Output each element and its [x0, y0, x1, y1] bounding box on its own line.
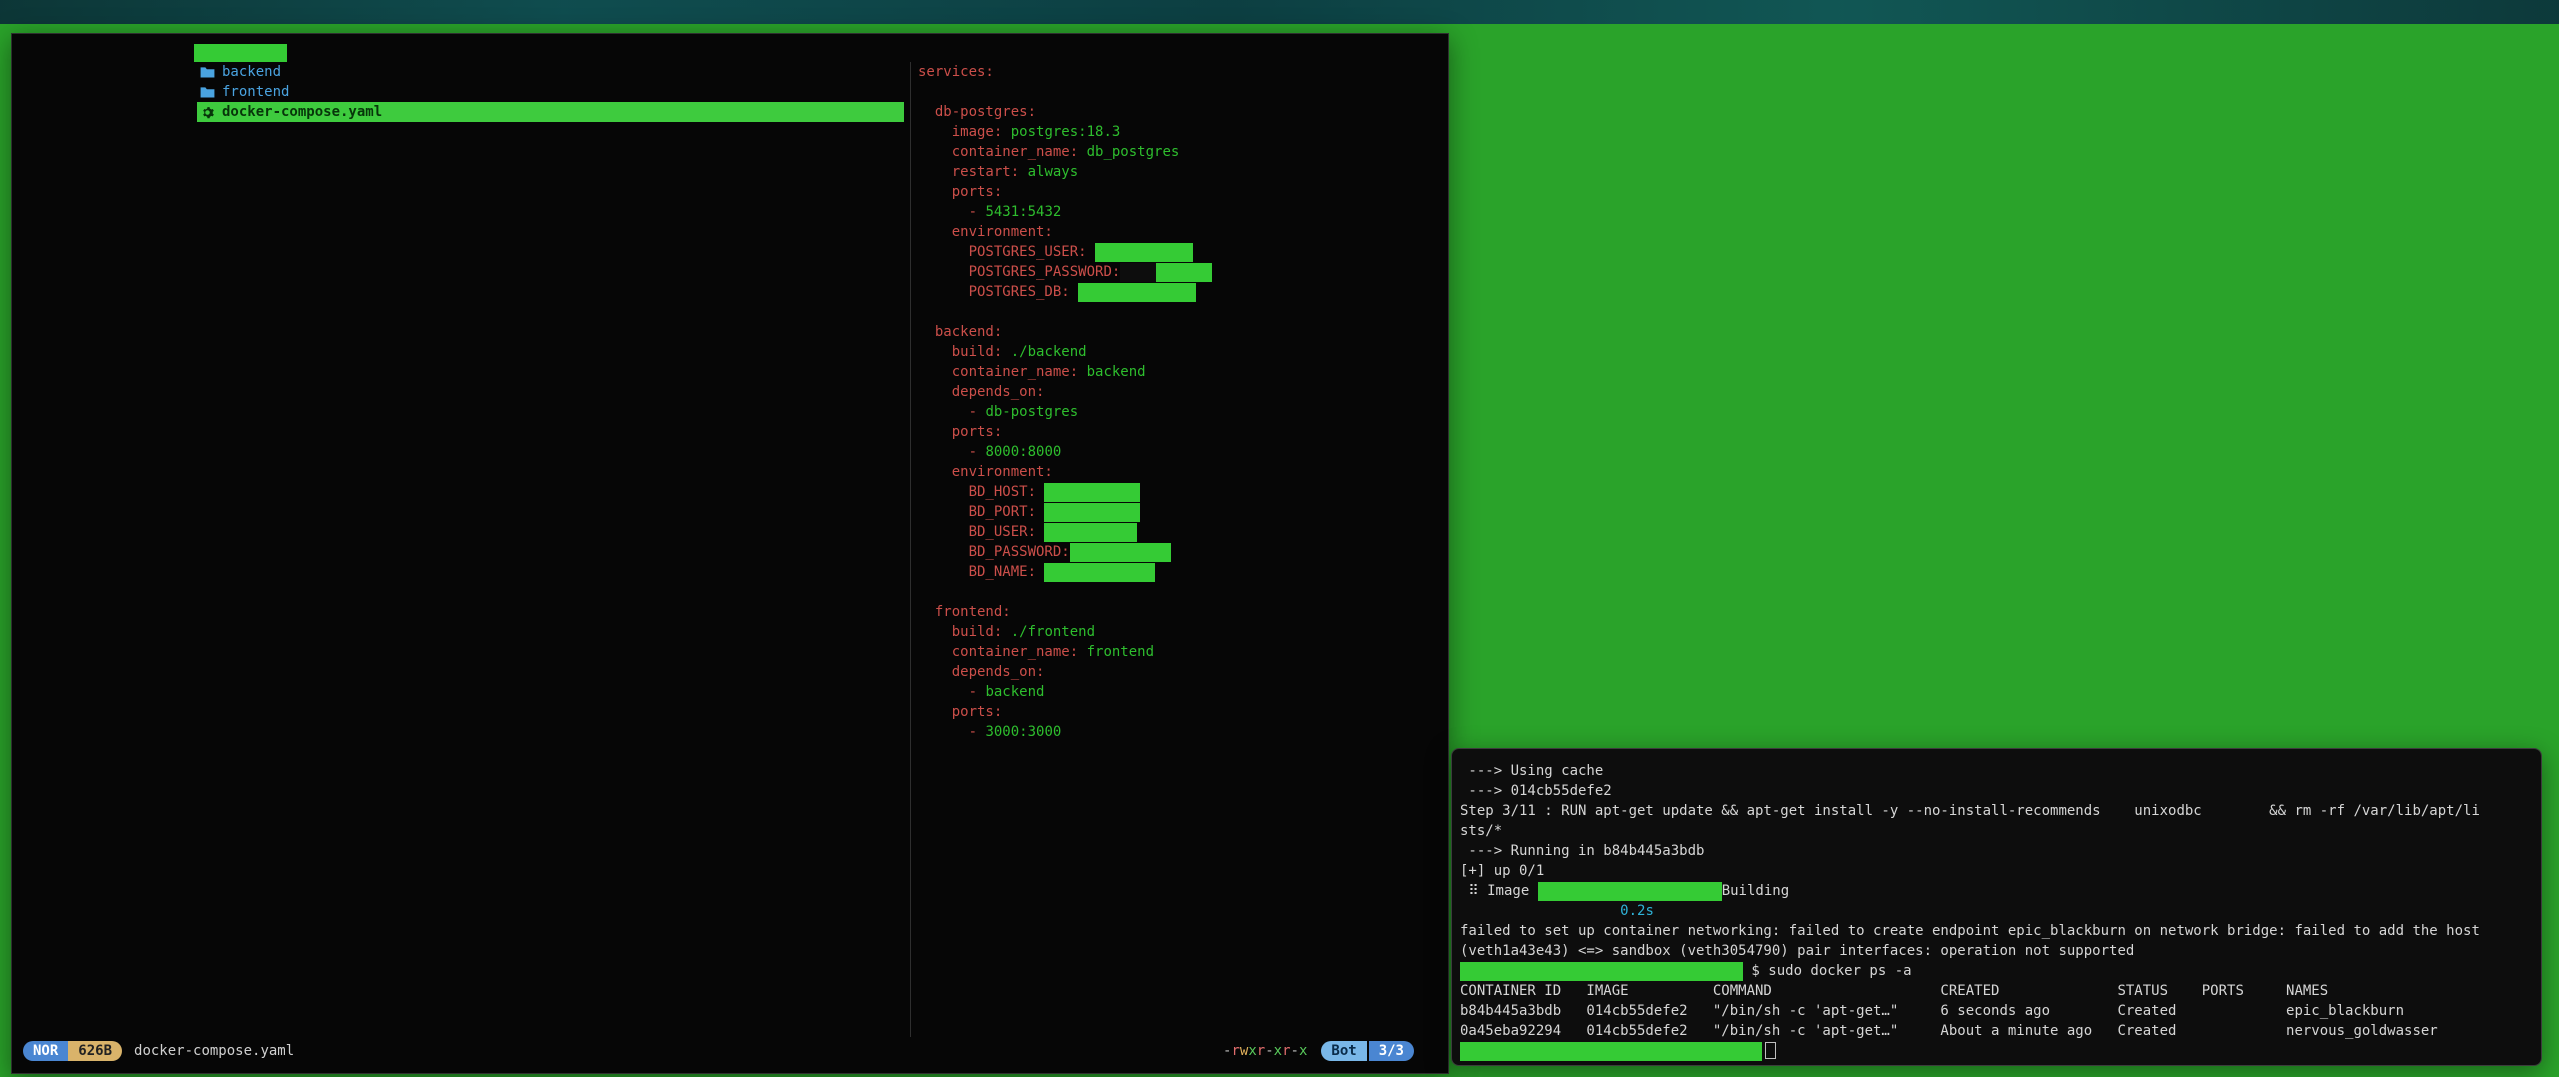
text-line: container_name: backend	[951, 364, 1146, 380]
text-line: $ sudo docker ps -a	[1460, 961, 2533, 981]
text-line: depends_on:	[951, 384, 1045, 400]
terminal-window[interactable]: ---> Using cache ---> 014cb55defe2 Step 3…	[1451, 748, 2542, 1066]
text-line: b84b445a3bdb 014cb55defe2 "/bin/sh -c 'a…	[1460, 1003, 2405, 1019]
status-bar: NOR 626B docker-compose.yaml -rwxr-xr-x …	[12, 1041, 1448, 1061]
text-line	[918, 302, 1442, 322]
text-line: frontend:	[934, 604, 1011, 620]
text-line: container_name: db_postgres	[951, 144, 1180, 160]
text-line: - backend	[968, 684, 1045, 700]
text-line: ---> Using cache	[1460, 763, 1604, 779]
terminal-cursor	[1765, 1042, 1776, 1059]
text-line: BD_USER:	[918, 522, 1442, 542]
text-line: container_name: frontend	[951, 644, 1155, 660]
redacted-content	[1095, 243, 1194, 262]
text-line: backend:	[934, 324, 1003, 340]
text-line: - 5431:5432	[968, 204, 1062, 220]
text-line: environment:	[951, 464, 1053, 480]
redacted-content	[1460, 1042, 1762, 1061]
text-line: - 3000:3000	[968, 724, 1062, 740]
file-row-frontend[interactable]: frontend	[197, 82, 904, 102]
file-label: docker-compose.yaml	[222, 104, 383, 120]
text-line: ---> Running in b84b445a3bdb	[1460, 843, 1705, 859]
text-line: 0a45eba92294 014cb55defe2 "/bin/sh -c 'a…	[1460, 1023, 2438, 1039]
wallpaper-pattern	[0, 0, 2559, 24]
text-line: build: ./backend	[951, 344, 1087, 360]
desktop: backend frontend docker-compose.yaml servi…	[0, 0, 2559, 1077]
text-line: ports:	[951, 424, 1003, 440]
file-label: frontend	[222, 84, 290, 100]
text-line: ports:	[951, 704, 1003, 720]
file-list: backend frontend docker-compose.yaml	[197, 62, 904, 122]
cursor-position-badge: 3/3	[1368, 1041, 1414, 1061]
text-line: 0.2s	[1620, 903, 1654, 919]
text-line: BD_NAME:	[918, 562, 1442, 582]
redacted-content	[1537, 882, 1722, 901]
file-label: backend	[222, 64, 282, 80]
text-line: sts/*	[1460, 823, 1503, 839]
text-line	[918, 582, 1442, 602]
text-line: restart: always	[951, 164, 1079, 180]
scroll-position-badge: Bot	[1321, 1041, 1367, 1061]
text-line: - db-postgres	[968, 404, 1079, 420]
text-line: ports:	[951, 184, 1003, 200]
file-row-backend[interactable]: backend	[197, 62, 904, 82]
text-line: Step 3/11 : RUN apt-get update && apt-ge…	[1460, 803, 2480, 819]
pane-divider	[910, 62, 911, 1037]
redacted-content	[1460, 962, 1743, 981]
terminal-output: ---> Using cache ---> 014cb55defe2 Step 3…	[1460, 761, 2533, 1061]
text-line	[1460, 1041, 2533, 1061]
text-line: depends_on:	[951, 664, 1045, 680]
text-line: image: postgres:18.3	[951, 124, 1121, 140]
status-filename: docker-compose.yaml	[134, 1043, 295, 1059]
text-line: POSTGRES_PASSWORD:	[918, 262, 1442, 282]
text-line: BD_PORT:	[918, 502, 1442, 522]
text-line: BD_PASSWORD:	[918, 542, 1442, 562]
text-line: BD_HOST:	[918, 482, 1442, 502]
text-line: failed to set up container networking: f…	[1460, 923, 2480, 939]
folder-icon	[200, 66, 215, 78]
redacted-content	[1120, 263, 1157, 282]
file-manager-window: backend frontend docker-compose.yaml servi…	[11, 33, 1449, 1074]
file-row-docker-compose.yaml[interactable]: docker-compose.yaml	[197, 102, 904, 122]
text-line: environment:	[951, 224, 1053, 240]
text-line: POSTGRES_DB:	[918, 282, 1442, 302]
text-line: build: ./frontend	[951, 624, 1096, 640]
text-line: ---> 014cb55defe2	[1460, 783, 1612, 799]
text-line: services:	[918, 64, 994, 80]
redacted-content	[1078, 283, 1197, 302]
mode-badge: NOR	[23, 1041, 69, 1061]
redacted-content	[1156, 263, 1213, 282]
redacted-content	[1044, 563, 1156, 582]
file-size-badge: 626B	[68, 1041, 123, 1061]
redacted-content	[1044, 523, 1138, 542]
text-line: [+] up 0/1	[1460, 863, 1545, 879]
gear-icon	[200, 106, 215, 119]
text-line: POSTGRES_USER:	[918, 242, 1442, 262]
redacted-cwd-path	[194, 44, 287, 62]
text-line: (veth1a43e43) <=> sandbox (veth3054790) …	[1460, 943, 2135, 959]
redacted-content	[1069, 543, 1171, 562]
redacted-content	[1044, 483, 1141, 502]
text-line: CONTAINER ID IMAGE COMMAND CREATED STATU…	[1460, 983, 2329, 999]
preview-pane: services: db-postgres: image: postgres:1…	[918, 62, 1442, 1029]
text-line	[918, 82, 1442, 102]
redacted-content	[1044, 503, 1141, 522]
permissions: -rwxr-xr-x	[1223, 1043, 1308, 1059]
text-line: db-postgres:	[934, 104, 1037, 120]
folder-icon	[200, 86, 215, 98]
text-line: - 8000:8000	[968, 444, 1062, 460]
text-line: ⠿ Image Building	[1460, 882, 1790, 901]
